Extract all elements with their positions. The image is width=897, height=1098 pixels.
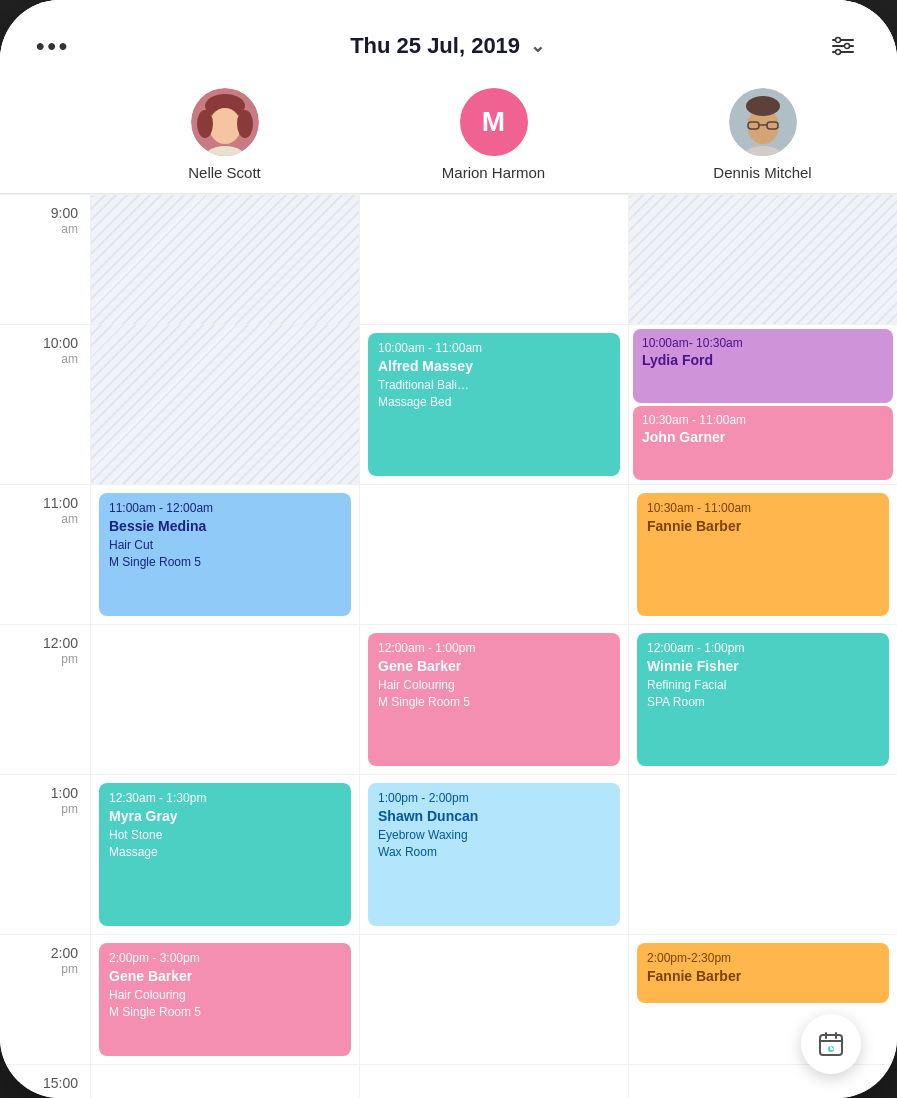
staff-name-dennis: Dennis Mitchel: [713, 164, 811, 181]
appt-fannie-barber-2pm[interactable]: 2:00pm-2:30pm Fannie Barber: [637, 943, 889, 1003]
appt-john-garner[interactable]: 10:30am - 11:00am John Garner: [633, 406, 893, 480]
calendar-grid[interactable]: 9:00 am 10:00 am 10:00am - 11:00am Alfre…: [0, 193, 897, 1098]
time-label-2pm: 2:00 pm: [0, 935, 90, 1064]
svg-point-3: [836, 38, 841, 43]
avatar-nelle: [191, 88, 259, 156]
appt-bessie-medina[interactable]: 11:00am - 12:00am Bessie Medina Hair Cut…: [99, 493, 351, 616]
slot-marion-11am[interactable]: [359, 485, 628, 624]
slot-marion-12pm[interactable]: 12:00am - 1:00pm Gene Barker Hair Colour…: [359, 625, 628, 774]
appt-lydia-ford[interactable]: 10:00am- 10:30am Lydia Ford: [633, 329, 893, 403]
svg-point-9: [197, 110, 213, 138]
svg-point-5: [836, 50, 841, 55]
appt-shawn-duncan[interactable]: 1:00pm - 2:00pm Shawn Duncan Eyebrow Wax…: [368, 783, 620, 926]
slot-dennis-12pm[interactable]: 12:00am - 1:00pm Winnie Fisher Refining …: [628, 625, 897, 774]
time-label-12pm: 12:00 pm: [0, 625, 90, 774]
slot-marion-9am[interactable]: [359, 195, 628, 324]
time-col-header: [0, 88, 90, 181]
app-container: ••• Thu 25 Jul, 2019 ⌄: [0, 0, 897, 1098]
svg-point-10: [237, 110, 253, 138]
time-label-1pm: 1:00 pm: [0, 775, 90, 934]
staff-row: Nelle Scott M Marion Harmon: [0, 80, 897, 193]
slot-dennis-1pm[interactable]: [628, 775, 897, 934]
staff-name-marion: Marion Harmon: [442, 164, 545, 181]
time-label-9am: 9:00 am: [0, 195, 90, 324]
chevron-down-icon: ⌄: [530, 35, 545, 57]
staff-cell-nelle[interactable]: Nelle Scott: [90, 88, 359, 181]
svg-point-8: [209, 108, 241, 144]
appt-winnie-fisher[interactable]: 12:00am - 1:00pm Winnie Fisher Refining …: [637, 633, 889, 766]
time-row-9am: 9:00 am: [0, 194, 897, 324]
slot-marion-10am[interactable]: 10:00am - 11:00am Alfred Massey Traditio…: [359, 325, 628, 484]
appt-gene-barker-2pm[interactable]: 2:00pm - 3:00pm Gene Barker Hair Colouri…: [99, 943, 351, 1056]
time-row-2pm: 2:00 pm 2:00pm - 3:00pm Gene Barker Hair…: [0, 934, 897, 1064]
slot-dennis-11am[interactable]: 10:30am - 11:00am Fannie Barber: [628, 485, 897, 624]
slot-dennis-15[interactable]: [628, 1065, 897, 1098]
staff-cell-dennis[interactable]: Dennis Mitchel: [628, 88, 897, 181]
time-row-10am: 10:00 am 10:00am - 11:00am Alfred Massey…: [0, 324, 897, 484]
time-label-15: 15:00: [0, 1065, 90, 1098]
time-label-11am: 11:00 am: [0, 485, 90, 624]
slot-nelle-10am[interactable]: [90, 325, 359, 484]
time-row-15: 15:00: [0, 1064, 897, 1098]
staff-name-nelle: Nelle Scott: [188, 164, 261, 181]
appt-gene-barker-12[interactable]: 12:00am - 1:00pm Gene Barker Hair Colour…: [368, 633, 620, 766]
slot-marion-2pm[interactable]: [359, 935, 628, 1064]
slot-nelle-12pm[interactable]: [90, 625, 359, 774]
avatar-marion: M: [460, 88, 528, 156]
date-selector[interactable]: Thu 25 Jul, 2019 ⌄: [350, 33, 545, 59]
time-row-12pm: 12:00 pm 12:00am - 1:00pm Gene Barker Ha…: [0, 624, 897, 774]
current-date: Thu 25 Jul, 2019: [350, 33, 520, 59]
slot-nelle-2pm[interactable]: 2:00pm - 3:00pm Gene Barker Hair Colouri…: [90, 935, 359, 1064]
slot-marion-15[interactable]: [359, 1065, 628, 1098]
svg-point-4: [845, 44, 850, 49]
phone-frame: ••• Thu 25 Jul, 2019 ⌄: [0, 0, 897, 1098]
svg-point-14: [746, 96, 780, 116]
menu-dots[interactable]: •••: [36, 32, 70, 60]
filter-button[interactable]: [825, 28, 861, 64]
slot-nelle-9am[interactable]: [90, 195, 359, 324]
slot-nelle-15[interactable]: [90, 1065, 359, 1098]
svg-point-16: [777, 116, 789, 136]
slot-nelle-1pm[interactable]: 12:30am - 1:30pm Myra Gray Hot Stone Mas…: [90, 775, 359, 934]
slot-nelle-11am[interactable]: 11:00am - 12:00am Bessie Medina Hair Cut…: [90, 485, 359, 624]
header: ••• Thu 25 Jul, 2019 ⌄: [0, 0, 897, 80]
appt-myra-gray[interactable]: 12:30am - 1:30pm Myra Gray Hot Stone Mas…: [99, 783, 351, 926]
slot-dennis-9am[interactable]: [628, 195, 897, 324]
slot-marion-1pm[interactable]: 1:00pm - 2:00pm Shawn Duncan Eyebrow Wax…: [359, 775, 628, 934]
staff-cell-marion[interactable]: M Marion Harmon: [359, 88, 628, 181]
avatar-dennis: [729, 88, 797, 156]
fab-calendar-button[interactable]: [801, 1014, 861, 1074]
appt-alfred-massey[interactable]: 10:00am - 11:00am Alfred Massey Traditio…: [368, 333, 620, 476]
time-row-11am: 11:00 am 11:00am - 12:00am Bessie Medina…: [0, 484, 897, 624]
appt-fannie-barber-11[interactable]: 10:30am - 11:00am Fannie Barber: [637, 493, 889, 616]
time-row-1pm: 1:00 pm 12:30am - 1:30pm Myra Gray Hot S…: [0, 774, 897, 934]
slot-dennis-10am[interactable]: 10:00am- 10:30am Lydia Ford 10:30am - 11…: [628, 325, 897, 484]
time-label-10am: 10:00 am: [0, 325, 90, 484]
svg-point-15: [737, 116, 749, 136]
